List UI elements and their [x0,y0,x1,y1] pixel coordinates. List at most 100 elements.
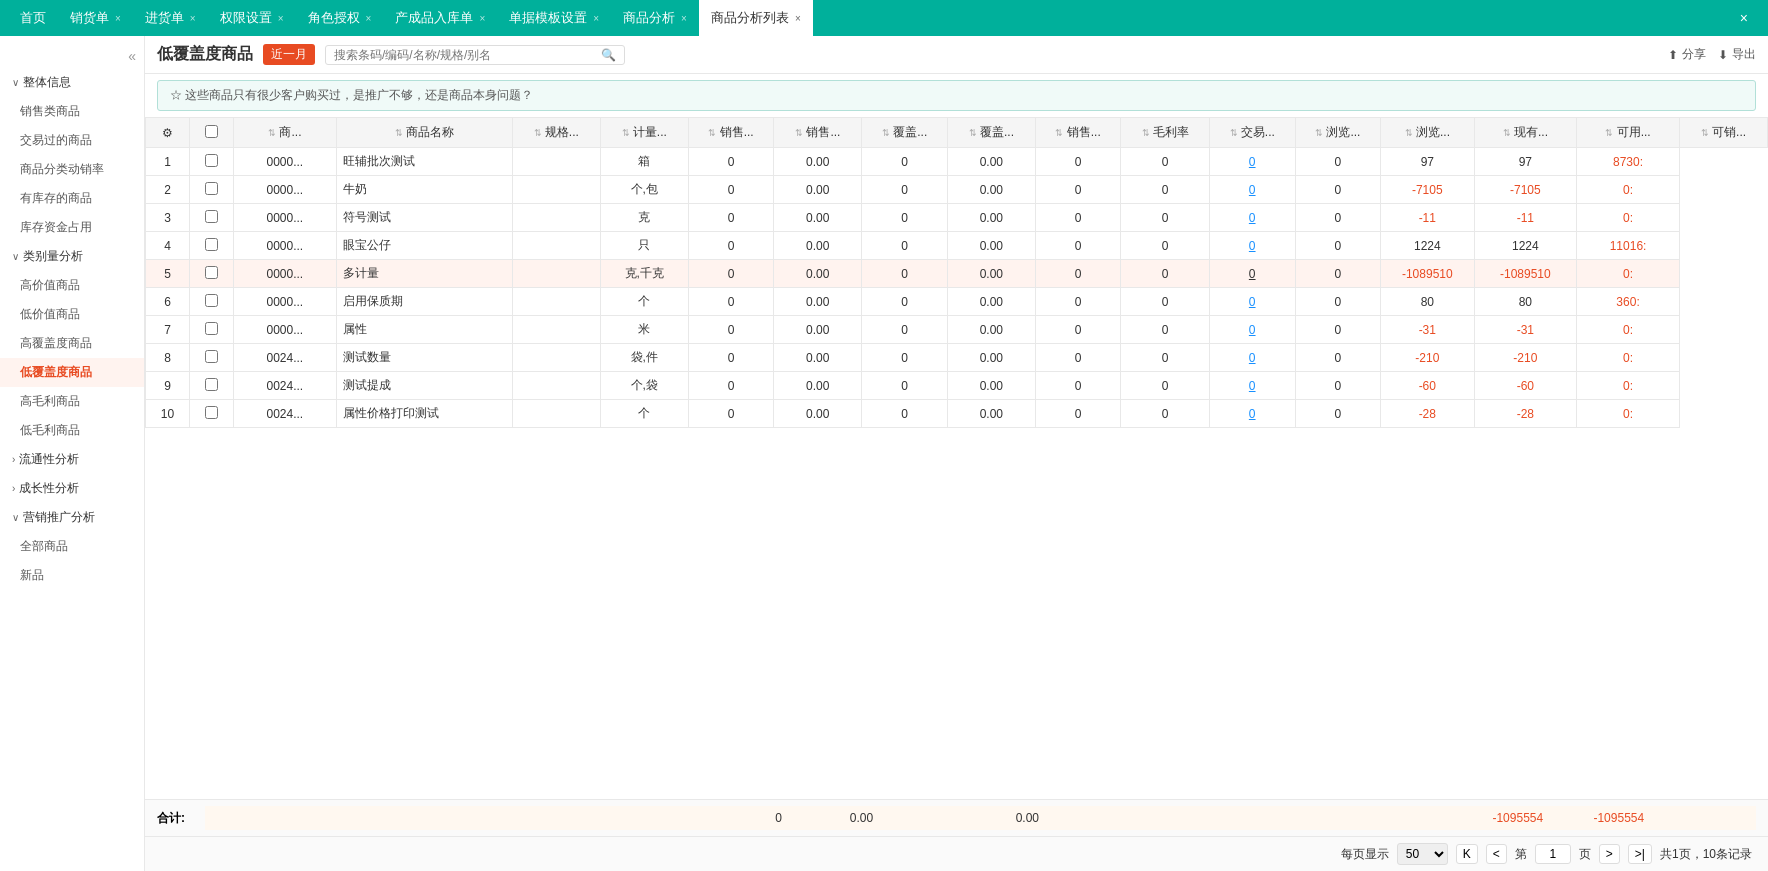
sidebar-section-流通性分析[interactable]: ›流通性分析 [0,445,144,474]
row-s7[interactable]: 0 [1209,260,1295,288]
share-button[interactable]: ⬆ 分享 [1668,46,1706,63]
sidebar-item-销售类商品[interactable]: 销售类商品 [0,97,144,126]
column-header-8[interactable]: ⇅ 销售... [1035,118,1121,148]
row-checkbox-input[interactable] [205,154,218,167]
page-input[interactable]: 1 [1535,844,1571,864]
column-header-9[interactable]: ⇅ 毛利率 [1121,118,1210,148]
table-container[interactable]: ⚙⇅ 商...⇅ 商品名称⇅ 规格...⇅ 计量...⇅ 销售...⇅ 销售..… [145,117,1768,799]
search-input[interactable] [334,48,597,62]
row-checkbox[interactable] [190,260,234,288]
column-header-15[interactable]: ⇅ 可销... [1679,118,1767,148]
row-s7[interactable]: 0 [1209,344,1295,372]
row-checkbox[interactable] [190,316,234,344]
nav-close-icon[interactable]: × [190,13,196,24]
row-checkbox-input[interactable] [205,350,218,363]
sidebar-item-低毛利商品[interactable]: 低毛利商品 [0,416,144,445]
row-checkbox-input[interactable] [205,294,218,307]
nav-item-商品分析列表[interactable]: 商品分析列表× [699,0,813,36]
select-all-input[interactable] [205,125,218,138]
sidebar-item-商品分类动销率[interactable]: 商品分类动销率 [0,155,144,184]
column-header-0[interactable]: ⇅ 商... [234,118,337,148]
row-s7[interactable]: 0 [1209,288,1295,316]
row-s7[interactable]: 0 [1209,316,1295,344]
column-header-10[interactable]: ⇅ 交易... [1209,118,1295,148]
row-checkbox-input[interactable] [205,322,218,335]
row-checkbox[interactable] [190,232,234,260]
sidebar-item-有库存的商品[interactable]: 有库存的商品 [0,184,144,213]
settings-icon[interactable]: ⚙ [162,126,173,140]
row-checkbox[interactable] [190,176,234,204]
sidebar-item-高覆盖度商品[interactable]: 高覆盖度商品 [0,329,144,358]
row-s7[interactable]: 0 [1209,232,1295,260]
last-page-button[interactable]: >| [1628,844,1652,864]
row-s7[interactable]: 0 [1209,204,1295,232]
column-header-5[interactable]: ⇅ 销售... [774,118,862,148]
sidebar-item-全部商品[interactable]: 全部商品 [0,532,144,561]
row-checkbox[interactable] [190,204,234,232]
prev-page-button[interactable]: < [1486,844,1507,864]
select-all-checkbox[interactable] [190,118,234,148]
column-header-2[interactable]: ⇅ 规格... [512,118,600,148]
row-checkbox-input[interactable] [205,182,218,195]
nav-close-icon[interactable]: × [115,13,121,24]
column-header-6[interactable]: ⇅ 覆盖... [862,118,948,148]
row-s7[interactable]: 0 [1209,372,1295,400]
row-s3: 0 [862,204,948,232]
nav-item-角色授权[interactable]: 角色授权× [296,0,384,36]
window-close-button[interactable]: × [1728,0,1760,36]
column-header-1[interactable]: ⇅ 商品名称 [336,118,512,148]
column-settings[interactable]: ⚙ [146,118,190,148]
sidebar-section-整体信息[interactable]: ∨整体信息 [0,68,144,97]
page-size-select[interactable]: 2050100 [1397,843,1448,865]
sidebar-section-营销推广分析[interactable]: ∨营销推广分析 [0,503,144,532]
row-s7[interactable]: 0 [1209,176,1295,204]
row-s7[interactable]: 0 [1209,400,1295,428]
column-header-3[interactable]: ⇅ 计量... [600,118,688,148]
sidebar-section-成长性分析[interactable]: ›成长性分析 [0,474,144,503]
row-checkbox-input[interactable] [205,238,218,251]
nav-close-icon[interactable]: × [681,13,687,24]
nav-close-icon[interactable]: × [278,13,284,24]
row-name: 测试数量 [336,344,512,372]
sidebar-item-高价值商品[interactable]: 高价值商品 [0,271,144,300]
nav-item-产成品入库单[interactable]: 产成品入库单× [383,0,497,36]
next-page-button[interactable]: > [1599,844,1620,864]
sidebar-item-库存资金占用[interactable]: 库存资金占用 [0,213,144,242]
nav-item-商品分析[interactable]: 商品分析× [611,0,699,36]
sidebar-item-高毛利商品[interactable]: 高毛利商品 [0,387,144,416]
row-checkbox[interactable] [190,344,234,372]
row-checkbox[interactable] [190,288,234,316]
sidebar-item-新品[interactable]: 新品 [0,561,144,590]
nav-close-icon[interactable]: × [366,13,372,24]
row-checkbox[interactable] [190,400,234,428]
date-filter-button[interactable]: 近一月 [263,44,315,65]
nav-item-权限设置[interactable]: 权限设置× [208,0,296,36]
nav-item-首页[interactable]: 首页 [8,0,58,36]
sidebar-section-类别量分析[interactable]: ∨类别量分析 [0,242,144,271]
row-checkbox-input[interactable] [205,210,218,223]
row-checkbox[interactable] [190,372,234,400]
row-s7[interactable]: 0 [1209,148,1295,176]
nav-item-单据模板设置[interactable]: 单据模板设置× [497,0,611,36]
nav-item-销货单[interactable]: 销货单× [58,0,133,36]
first-page-button[interactable]: K [1456,844,1478,864]
column-header-14[interactable]: ⇅ 可用... [1577,118,1680,148]
nav-close-icon[interactable]: × [593,13,599,24]
sidebar-item-低价值商品[interactable]: 低价值商品 [0,300,144,329]
column-header-13[interactable]: ⇅ 现有... [1474,118,1577,148]
row-checkbox-input[interactable] [205,406,218,419]
row-checkbox-input[interactable] [205,378,218,391]
sidebar-collapse-button[interactable]: « [128,48,136,64]
sidebar-item-交易过的商品[interactable]: 交易过的商品 [0,126,144,155]
export-button[interactable]: ⬇ 导出 [1718,46,1756,63]
row-checkbox-input[interactable] [205,266,218,279]
column-header-12[interactable]: ⇅ 浏览... [1381,118,1474,148]
row-checkbox[interactable] [190,148,234,176]
column-header-4[interactable]: ⇅ 销售... [688,118,774,148]
nav-item-进货单[interactable]: 进货单× [133,0,208,36]
column-header-7[interactable]: ⇅ 覆盖... [947,118,1035,148]
column-header-11[interactable]: ⇅ 浏览... [1295,118,1381,148]
sidebar-item-低覆盖度商品[interactable]: 低覆盖度商品 [0,358,144,387]
nav-close-icon[interactable]: × [795,13,801,24]
nav-close-icon[interactable]: × [479,13,485,24]
